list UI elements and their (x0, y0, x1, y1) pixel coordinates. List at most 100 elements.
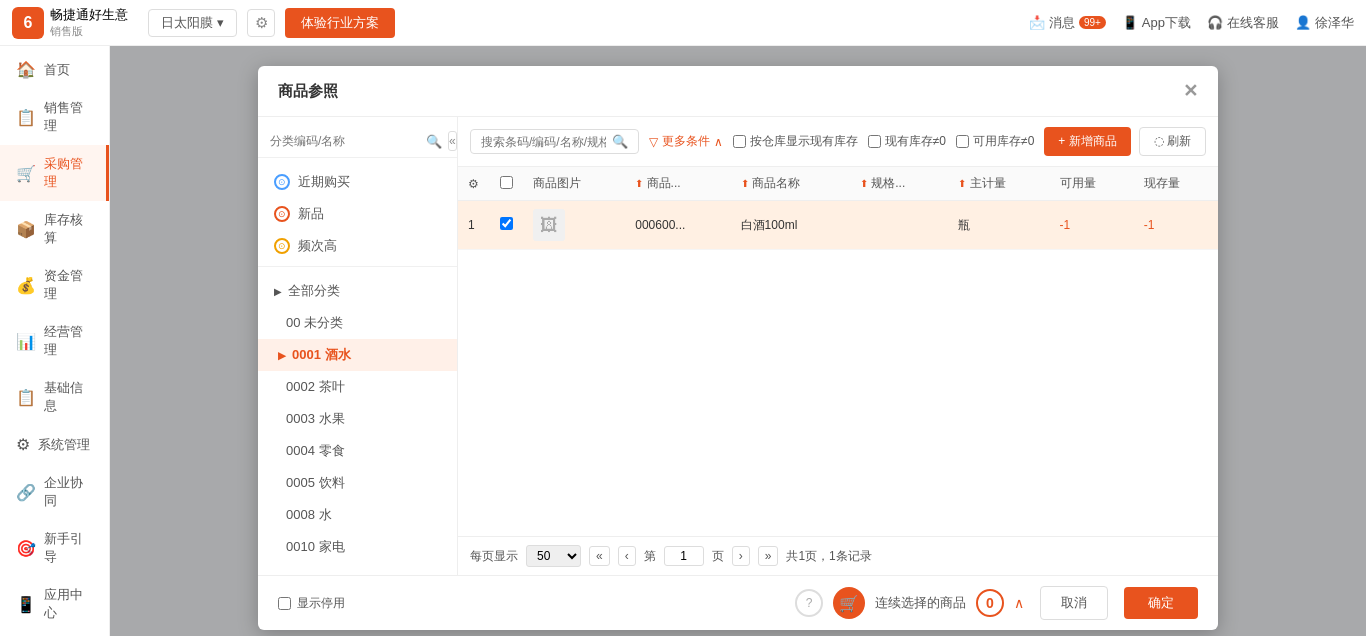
category-list: ▶ 全部分类 00 未分类 ▶ 0001 酒水 0002 茶 (258, 271, 457, 567)
last-page-button[interactable]: » (758, 546, 779, 566)
row-select-checkbox[interactable] (500, 217, 513, 230)
page-suffix-label: 页 (712, 548, 724, 565)
sort-code-icon[interactable]: ⬆ (635, 178, 643, 189)
cancel-button[interactable]: 取消 (1040, 586, 1108, 620)
cat-item-uncategorized[interactable]: 00 未分类 (258, 307, 457, 339)
filter-icon: ▽ (649, 135, 658, 149)
sidebar-item-system[interactable]: ⚙ 系统管理 (0, 425, 109, 464)
cat-item-tea[interactable]: 0002 茶叶 (258, 371, 457, 403)
sidebar-item-member[interactable]: V 畅会员 (0, 632, 109, 636)
cat-item-appliance[interactable]: 0010 家电 (258, 531, 457, 563)
category-panel: 🔍 « ⊙ 近期购买 ⊙ 新品 (258, 117, 458, 575)
sidebar-item-purchase[interactable]: 🛒 采购管理 (0, 145, 109, 201)
trial-button[interactable]: 体验行业方案 (285, 8, 395, 38)
apps-icon: 📱 (16, 595, 36, 614)
toolbar-right: + 新增商品 ◌ 刷新 (1044, 127, 1206, 156)
row-spec (850, 201, 948, 250)
collapse-button[interactable]: « (448, 131, 457, 151)
sidebar-item-sales[interactable]: 📋 销售管理 (0, 89, 109, 145)
frequent-icon: ⊙ (274, 238, 290, 254)
user-avatar[interactable]: 👤 徐泽华 (1295, 14, 1354, 32)
modal-close-button[interactable]: ✕ (1183, 80, 1198, 102)
cat-item-beverage[interactable]: 0005 饮料 (258, 467, 457, 499)
page-prefix-label: 第 (644, 548, 656, 565)
prev-page-button[interactable]: ‹ (618, 546, 636, 566)
nav-right: 📩 消息 99+ 📱 App下载 🎧 在线客服 👤 徐泽华 (1029, 14, 1354, 32)
filter-more-button[interactable]: ▽ 更多条件 ∧ (649, 133, 723, 150)
quick-item-recent[interactable]: ⊙ 近期购买 (258, 166, 457, 198)
show-disabled-label[interactable]: 显示停用 (278, 595, 345, 612)
cat-item-liquor[interactable]: ▶ 0001 酒水 (258, 339, 457, 371)
select-all-checkbox[interactable] (500, 176, 513, 189)
sidebar-item-inventory[interactable]: 📦 库存核算 (0, 201, 109, 257)
checkbox-stock-label[interactable]: 按仓库显示现有库存 (733, 133, 858, 150)
category-search-area: 🔍 « (258, 125, 457, 158)
sort-spec-icon[interactable]: ⬆ (860, 178, 868, 189)
next-page-button[interactable]: › (732, 546, 750, 566)
expand-icon: ▶ (274, 286, 282, 297)
sidebar-item-enterprise[interactable]: 🔗 企业协同 (0, 464, 109, 520)
table-header-row: ⚙ 商品图片 (458, 167, 1218, 201)
checkbox-usable[interactable] (956, 135, 969, 148)
settings-icon[interactable]: ⚙ (247, 9, 275, 37)
sidebar-item-finance[interactable]: 💰 资金管理 (0, 257, 109, 313)
per-page-select[interactable]: 50 100 200 (526, 545, 581, 567)
online-service-button[interactable]: 🎧 在线客服 (1207, 14, 1279, 32)
sidebar-item-basic[interactable]: 📋 基础信息 (0, 369, 109, 425)
row-num: 1 (458, 201, 490, 250)
refresh-button[interactable]: ◌ 刷新 (1139, 127, 1206, 156)
message-icon: 📩 (1029, 15, 1045, 30)
cart-area: ? 🛒 连续选择的商品 0 ∧ (795, 587, 1024, 619)
help-button[interactable]: ? (795, 589, 823, 617)
sidebar-item-home[interactable]: 🏠 首页 (0, 50, 109, 89)
checkbox-available-label[interactable]: 现有库存≠0 (868, 133, 946, 150)
expand-active-icon: ▶ (278, 350, 286, 361)
add-product-button[interactable]: + 新增商品 (1044, 127, 1130, 156)
checkbox-available[interactable] (868, 135, 881, 148)
logo-icon: 6 (12, 7, 44, 39)
search-icon: 🔍 (426, 134, 442, 149)
column-settings-icon[interactable]: ⚙ (468, 177, 479, 191)
chevron-up-icon[interactable]: ∧ (1014, 595, 1024, 611)
sidebar-item-apps[interactable]: 📱 应用中心 (0, 576, 109, 632)
modal-title: 商品参照 (278, 82, 338, 101)
quick-item-new[interactable]: ⊙ 新品 (258, 198, 457, 230)
th-name: ⬆ 商品名称 (731, 167, 850, 201)
app-download-button[interactable]: 📱 App下载 (1122, 14, 1191, 32)
product-image: 🖼 (533, 209, 565, 241)
sort-name-icon[interactable]: ⬆ (741, 178, 749, 189)
th-available: 可用量 (1050, 167, 1134, 201)
cat-item-all[interactable]: ▶ 全部分类 (258, 275, 457, 307)
top-nav: 6 畅捷通好生意 销售版 日太阳膜 ▾ ⚙ 体验行业方案 📩 消息 99+ 📱 … (0, 0, 1366, 46)
show-disabled-checkbox[interactable] (278, 597, 291, 610)
cart-label: 连续选择的商品 (875, 594, 966, 612)
category-search-input[interactable] (270, 134, 420, 148)
headset-icon: 🎧 (1207, 15, 1223, 30)
inventory-icon: 📦 (16, 220, 36, 239)
product-table-container: ⚙ 商品图片 (458, 167, 1218, 536)
cart-icon[interactable]: 🛒 (833, 587, 865, 619)
quick-item-frequent[interactable]: ⊙ 频次高 (258, 230, 457, 262)
confirm-button[interactable]: 确定 (1124, 587, 1198, 619)
checkbox-usable-label[interactable]: 可用库存≠0 (956, 133, 1034, 150)
cat-item-water[interactable]: 0008 水 (258, 499, 457, 531)
store-dropdown[interactable]: 日太阳膜 ▾ (148, 9, 237, 37)
product-table: ⚙ 商品图片 (458, 167, 1218, 250)
row-stock: -1 (1134, 201, 1218, 250)
system-icon: ⚙ (16, 435, 30, 454)
messages-button[interactable]: 📩 消息 99+ (1029, 14, 1106, 32)
sort-unit-icon[interactable]: ⬆ (958, 178, 966, 189)
checkbox-stock[interactable] (733, 135, 746, 148)
row-unit: 瓶 (948, 201, 1049, 250)
finance-icon: 💰 (16, 276, 36, 295)
pagination: 每页显示 50 100 200 « ‹ 第 页 › (458, 536, 1218, 575)
cat-item-fruit[interactable]: 0003 水果 (258, 403, 457, 435)
page-number-input[interactable] (664, 546, 704, 566)
th-settings: ⚙ (458, 167, 490, 201)
product-search-input[interactable] (481, 135, 606, 149)
first-page-button[interactable]: « (589, 546, 610, 566)
table-row[interactable]: 1 🖼 000600... 白酒100ml (458, 201, 1218, 250)
cat-item-snack[interactable]: 0004 零食 (258, 435, 457, 467)
sidebar-item-guide[interactable]: 🎯 新手引导 (0, 520, 109, 576)
sidebar-item-operation[interactable]: 📊 经营管理 (0, 313, 109, 369)
